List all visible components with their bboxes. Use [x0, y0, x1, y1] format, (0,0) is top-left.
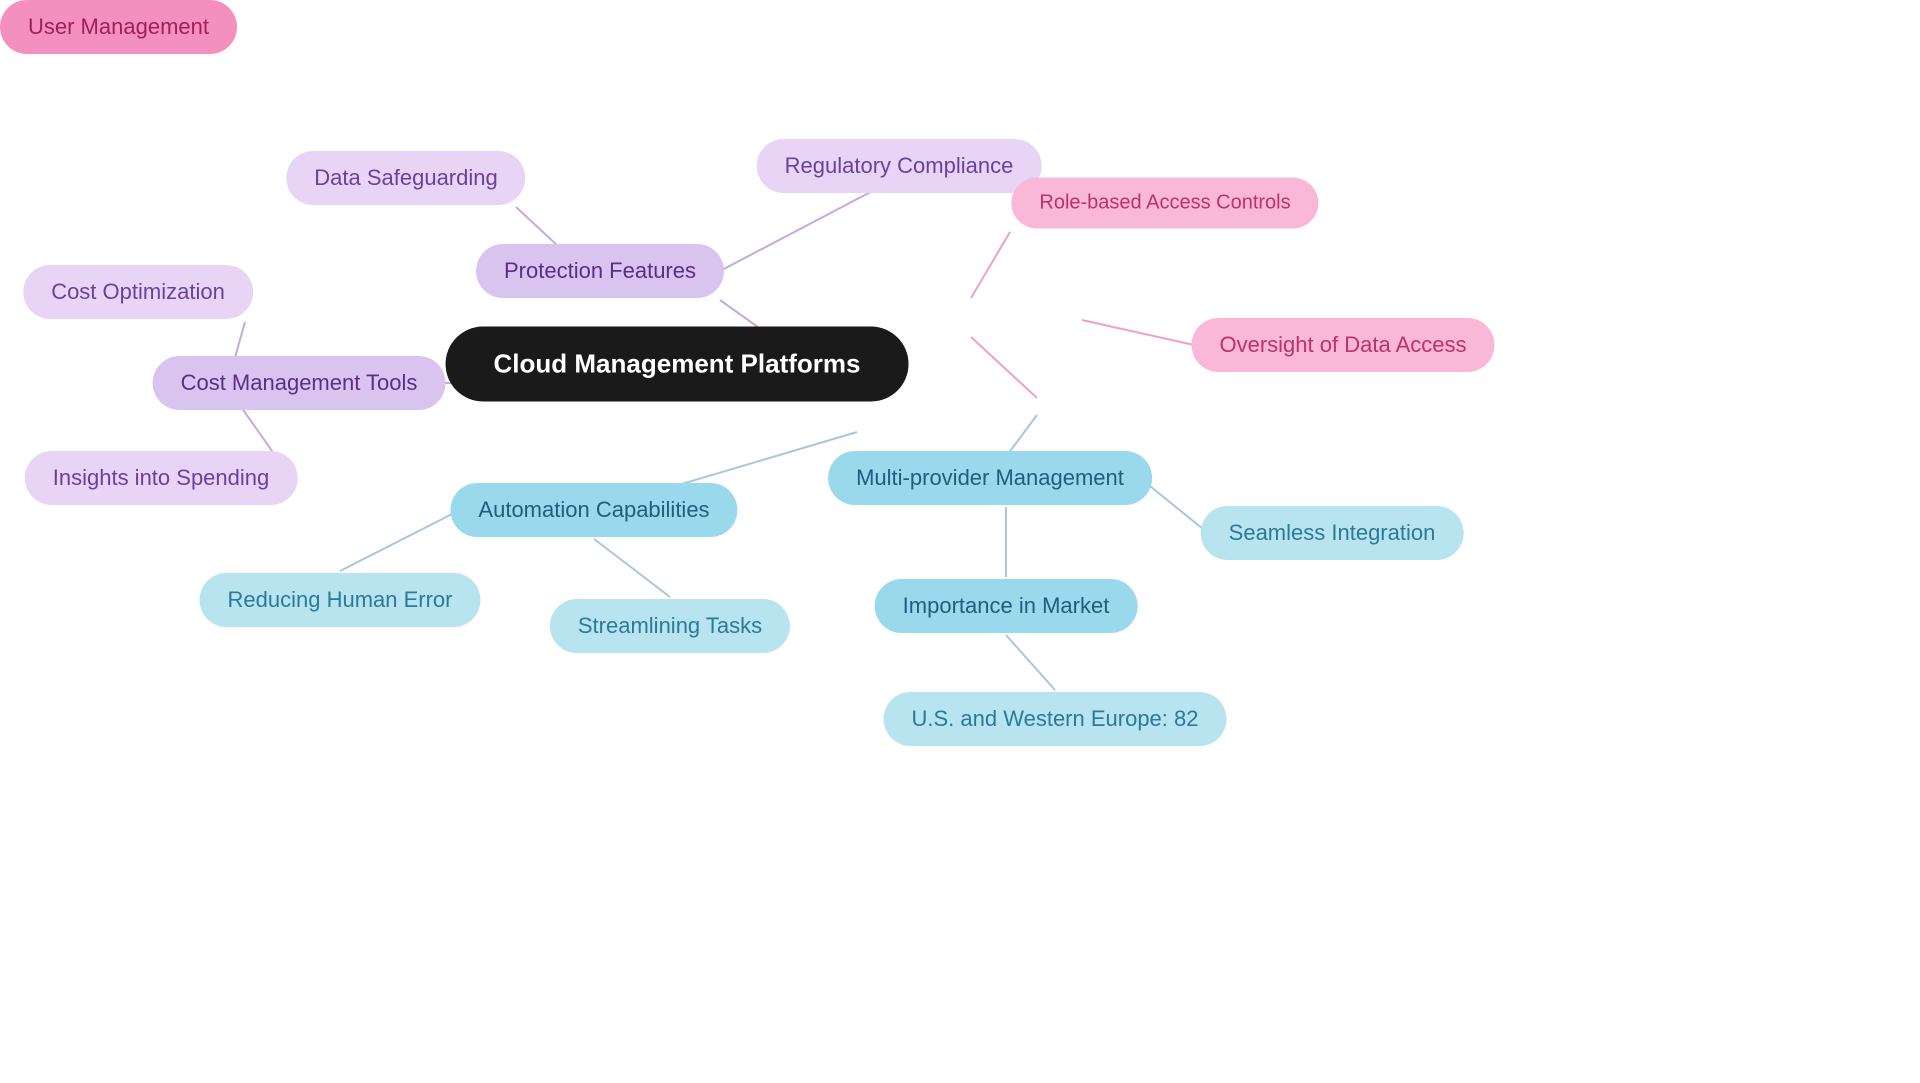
data-safeguarding-node[interactable]: Data Safeguarding: [286, 151, 525, 205]
regulatory-compliance-node[interactable]: Regulatory Compliance: [757, 139, 1042, 193]
insights-spending-node[interactable]: Insights into Spending: [25, 451, 298, 505]
automation-capabilities-node[interactable]: Automation Capabilities: [450, 483, 737, 537]
multi-provider-node[interactable]: Multi-provider Management: [828, 451, 1152, 505]
center-node[interactable]: Cloud Management Platforms: [446, 327, 909, 402]
seamless-integration-node[interactable]: Seamless Integration: [1201, 506, 1464, 560]
oversight-data-access-node[interactable]: Oversight of Data Access: [1192, 318, 1495, 372]
streamlining-tasks-node[interactable]: Streamlining Tasks: [550, 599, 790, 653]
protection-features-node[interactable]: Protection Features: [476, 244, 724, 298]
cost-management-tools-node[interactable]: Cost Management Tools: [153, 356, 446, 410]
role-based-access-node[interactable]: Role-based Access Controls: [1011, 178, 1318, 229]
cost-optimization-node[interactable]: Cost Optimization: [23, 265, 253, 319]
reducing-human-error-node[interactable]: Reducing Human Error: [200, 573, 481, 627]
importance-market-node[interactable]: Importance in Market: [875, 579, 1138, 633]
user-management-node[interactable]: User Management: [0, 0, 237, 54]
us-western-europe-node[interactable]: U.S. and Western Europe: 82: [884, 692, 1227, 746]
